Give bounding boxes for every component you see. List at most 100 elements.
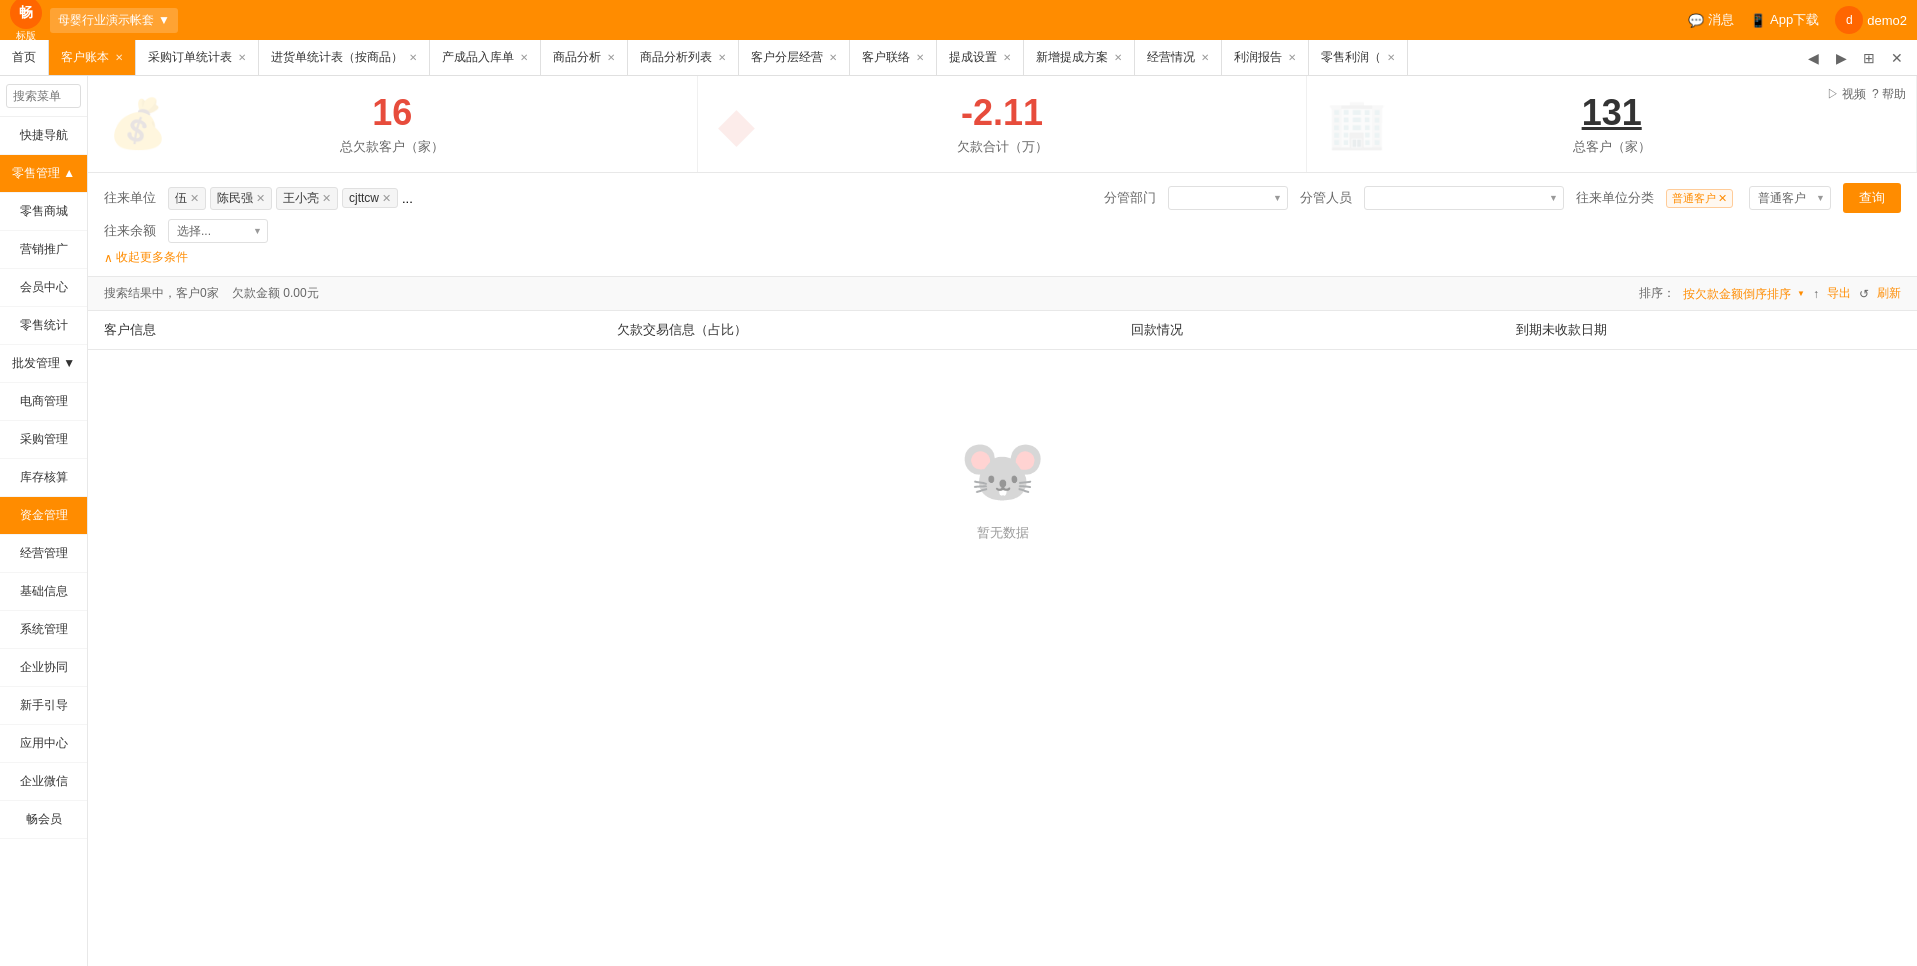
unit-tag-wang-close[interactable]: ✕: [322, 192, 331, 205]
sidebar-item-enterprise-wechat[interactable]: 企业微信: [0, 763, 87, 801]
retail-profit-close-icon[interactable]: ✕: [1387, 52, 1395, 63]
sidebar-item-quick-nav[interactable]: 快捷导航: [0, 117, 87, 155]
nav-tab-new-raise-plan[interactable]: 新增提成方案 ✕: [1024, 40, 1135, 76]
nav-tab-raise-settings[interactable]: 提成设置 ✕: [937, 40, 1024, 76]
person-select[interactable]: [1364, 186, 1564, 210]
credit-amount-icon: ◆: [718, 96, 755, 152]
sidebar-search-input[interactable]: [6, 84, 81, 108]
nav-tab-inventory-stats[interactable]: 进货单统计表（按商品） ✕: [259, 40, 430, 76]
basic-info-label: 基础信息: [20, 584, 68, 598]
refresh-button[interactable]: 刷新: [1877, 285, 1901, 302]
balance-select[interactable]: 选择...: [168, 219, 268, 243]
sort-area: 排序： 按欠款金额倒序排序 ↑ 导出 ↺ 刷新: [1639, 285, 1901, 302]
new-raise-plan-tab-label: 新增提成方案: [1036, 49, 1108, 66]
stats-help-btn[interactable]: ? 帮助: [1872, 86, 1906, 103]
inventory-stats-close-icon[interactable]: ✕: [409, 52, 417, 63]
nav-tab-product-in[interactable]: 产成品入库单 ✕: [430, 40, 541, 76]
page-content: 💰 16 总欠款客户（家） ◆ -2.11 欠款合计（万） ▷ 视频 ? 帮助 …: [88, 76, 1917, 966]
sidebar-item-retail-mall[interactable]: 零售商城: [0, 193, 87, 231]
user-name: demo2: [1867, 13, 1907, 28]
raise-settings-close-icon[interactable]: ✕: [1003, 52, 1011, 63]
nav-expand-button[interactable]: ⊞: [1857, 46, 1881, 70]
sidebar-item-vip-member[interactable]: 畅会员: [0, 801, 87, 839]
profit-report-close-icon[interactable]: ✕: [1288, 52, 1296, 63]
product-analysis-close-icon[interactable]: ✕: [607, 52, 615, 63]
logo-icon: 畅: [10, 0, 42, 29]
customer-ledger-tab-label: 客户账本: [61, 49, 109, 66]
sidebar-item-batch-mgmt[interactable]: 批发管理 ▼: [0, 345, 87, 383]
results-summary: 搜索结果中，客户0家 欠款金额 0.00元: [104, 285, 319, 302]
business-status-close-icon[interactable]: ✕: [1201, 52, 1209, 63]
sidebar-item-marketing[interactable]: 营销推广: [0, 231, 87, 269]
purchase-order-close-icon[interactable]: ✕: [238, 52, 246, 63]
customer-contact-close-icon[interactable]: ✕: [916, 52, 924, 63]
sidebar-item-retail-mgmt[interactable]: 零售管理 ▲: [0, 155, 87, 193]
dept-select[interactable]: [1168, 186, 1288, 210]
product-in-close-icon[interactable]: ✕: [520, 52, 528, 63]
unit-tag-wu-close[interactable]: ✕: [190, 192, 199, 205]
sidebar-item-app-center[interactable]: 应用中心: [0, 725, 87, 763]
sidebar-item-capital-mgmt[interactable]: 资金管理: [0, 497, 87, 535]
unit-type-select[interactable]: 普通客户: [1749, 186, 1831, 210]
nav-close-all-button[interactable]: ✕: [1885, 46, 1909, 70]
app-download-icon: 📱: [1750, 13, 1766, 28]
nav-tab-product-analysis[interactable]: 商品分析 ✕: [541, 40, 628, 76]
logo-char: 畅: [19, 4, 33, 22]
top-bar-right: 💬 消息 📱 App下载 d demo2: [1688, 6, 1907, 34]
unit-type-tag-close[interactable]: ✕: [1718, 192, 1727, 205]
dept-filter-label: 分管部门: [1104, 189, 1156, 207]
nav-tab-customer-layer[interactable]: 客户分层经营 ✕: [739, 40, 850, 76]
nav-tab-product-analysis-list[interactable]: 商品分析列表 ✕: [628, 40, 739, 76]
nav-next-button[interactable]: ▶: [1829, 46, 1853, 70]
balance-filter-label: 往来余额: [104, 222, 156, 240]
sidebar-item-operation-mgmt[interactable]: 经营管理: [0, 535, 87, 573]
new-raise-plan-close-icon[interactable]: ✕: [1114, 52, 1122, 63]
sidebar-item-enterprise-coop[interactable]: 企业协同: [0, 649, 87, 687]
sort-select[interactable]: 按欠款金额倒序排序: [1683, 287, 1805, 301]
col-header-customer-info: 客户信息: [104, 321, 617, 339]
unit-tag-wu: 伍 ✕: [168, 187, 206, 210]
nav-tab-business-status[interactable]: 经营情况 ✕: [1135, 40, 1222, 76]
nav-tab-retail-profit[interactable]: 零售利润（ ✕: [1309, 40, 1408, 76]
retail-profit-tab-label: 零售利润（: [1321, 49, 1381, 66]
sidebar-item-basic-info[interactable]: 基础信息: [0, 573, 87, 611]
nav-tab-customer-contact[interactable]: 客户联络 ✕: [850, 40, 937, 76]
unit-type-tag: 普通客户 ✕: [1666, 189, 1733, 208]
nav-tab-purchase-order[interactable]: 采购订单统计表 ✕: [136, 40, 259, 76]
account-selector[interactable]: 母婴行业演示帐套 ▼: [50, 8, 178, 33]
customer-ledger-close-icon[interactable]: ✕: [115, 52, 123, 63]
nav-tab-home[interactable]: 首页: [0, 40, 49, 76]
dept-select-wrapper: [1168, 186, 1288, 210]
sidebar-item-retail-stats[interactable]: 零售统计: [0, 307, 87, 345]
sidebar-item-member-center[interactable]: 会员中心: [0, 269, 87, 307]
stats-video-btn[interactable]: ▷ 视频: [1827, 86, 1866, 103]
unit-type-filter-label: 往来单位分类: [1576, 189, 1654, 207]
user-menu-button[interactable]: d demo2: [1835, 6, 1907, 34]
marketing-label: 营销推广: [20, 242, 68, 256]
unit-tag-more[interactable]: ...: [402, 191, 413, 206]
sidebar-item-new-guide[interactable]: 新手引导: [0, 687, 87, 725]
customer-layer-close-icon[interactable]: ✕: [829, 52, 837, 63]
nav-tab-customer-ledger[interactable]: 客户账本 ✕: [49, 40, 136, 76]
sidebar-item-purchase-mgmt[interactable]: 采购管理: [0, 421, 87, 459]
message-button[interactable]: 💬 消息: [1688, 11, 1734, 29]
logo-area[interactable]: 畅 标版: [10, 0, 42, 43]
profit-report-tab-label: 利润报告: [1234, 49, 1282, 66]
app-download-button[interactable]: 📱 App下载: [1750, 11, 1819, 29]
empty-state: 🐭 暂无数据: [88, 350, 1917, 622]
purchase-order-tab-label: 采购订单统计表: [148, 49, 232, 66]
batch-mgmt-arrow-icon: ▼: [63, 356, 75, 370]
new-guide-label: 新手引导: [20, 698, 68, 712]
collapse-button[interactable]: ∧ 收起更多条件: [104, 249, 1901, 266]
unit-tag-chen-close[interactable]: ✕: [256, 192, 265, 205]
sidebar-item-ecommerce-mgmt[interactable]: 电商管理: [0, 383, 87, 421]
account-dropdown-icon: ▼: [158, 13, 170, 27]
product-analysis-list-close-icon[interactable]: ✕: [718, 52, 726, 63]
sidebar-item-sys-mgmt[interactable]: 系统管理: [0, 611, 87, 649]
nav-tab-profit-report[interactable]: 利润报告 ✕: [1222, 40, 1309, 76]
sidebar-item-inventory-check[interactable]: 库存核算: [0, 459, 87, 497]
export-button[interactable]: 导出: [1827, 285, 1851, 302]
unit-tag-cjttcw-close[interactable]: ✕: [382, 192, 391, 205]
nav-prev-button[interactable]: ◀: [1801, 46, 1825, 70]
query-button[interactable]: 查询: [1843, 183, 1901, 213]
